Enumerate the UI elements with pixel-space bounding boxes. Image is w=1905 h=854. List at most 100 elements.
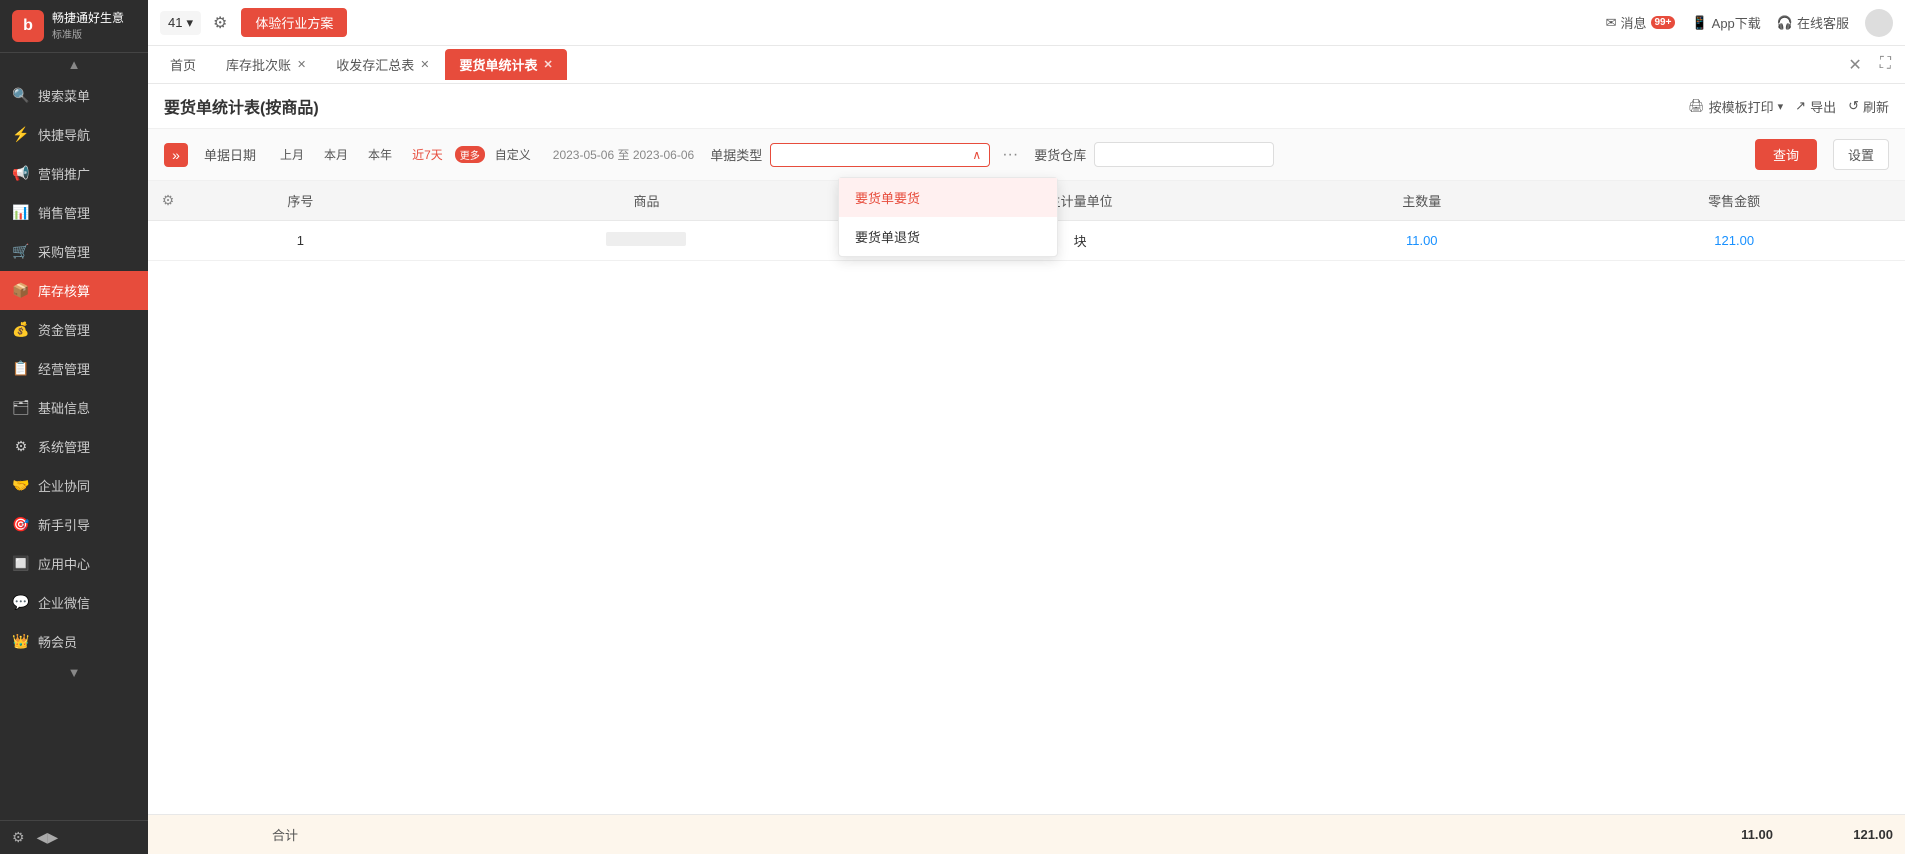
date-range: 2023-05-06 至 2023-06-06 bbox=[553, 146, 694, 163]
header: 41 ▾ ⚙ 体验行业方案 ✉ 消息 99+ 📱 App下载 🎧 在线客服 bbox=[148, 0, 1905, 46]
sidebar-label-basics: 基础信息 bbox=[38, 398, 90, 417]
export-button[interactable]: ↗ 导出 bbox=[1795, 97, 1836, 116]
cell-qty-0: 11.00 bbox=[1280, 221, 1563, 261]
sidebar-item-search[interactable]: 🔍搜索菜单 bbox=[0, 76, 148, 115]
sidebar: b 畅捷通好生意 标准版 ▲ 🔍搜索菜单⚡快捷导航📢营销推广📊销售管理🛒采购管理… bbox=[0, 0, 148, 854]
maximize-icon[interactable]: ⛶ bbox=[1874, 53, 1897, 77]
sidebar-scroll-up[interactable]: ▲ bbox=[0, 53, 148, 76]
tab-close-order_stat[interactable]: ✕ bbox=[544, 58, 553, 71]
date-options: 上月 本月 本年 近7天 更多 自定义 bbox=[272, 143, 537, 166]
table-wrap: ⚙ 序号 商品 主计量单位 主数量 零售金额 1 块 11.00 121.00 bbox=[148, 181, 1905, 814]
phone-icon: 📱 bbox=[1691, 15, 1707, 31]
tab-label-home: 首页 bbox=[170, 55, 196, 74]
type-label: 单据类型 bbox=[710, 145, 762, 164]
sidebar-item-wechat[interactable]: 💬企业微信 bbox=[0, 583, 148, 622]
page: 要货单统计表(按商品) 🖨 按模板打印 ▾ ↗ 导出 ↺ 刷新 bbox=[148, 84, 1905, 854]
sidebar-item-guide[interactable]: 🎯新手引导 bbox=[0, 505, 148, 544]
sidebar-item-purchase[interactable]: 🛒采购管理 bbox=[0, 232, 148, 271]
filter-bar: » 单据日期 上月 本月 本年 近7天 更多 自定义 2023-05-06 至 … bbox=[148, 129, 1905, 181]
tab-receive[interactable]: 收发存汇总表 ✕ bbox=[322, 49, 443, 80]
sidebar-scroll-down[interactable]: ▼ bbox=[0, 661, 148, 684]
main-area: 要货单统计表(按商品) 🖨 按模板打印 ▾ ↗ 导出 ↺ 刷新 bbox=[148, 84, 1905, 854]
settings-bottom-icon[interactable]: ⚙ bbox=[12, 829, 25, 846]
type-arrow-icon: ∧ bbox=[972, 148, 981, 162]
online-service-item[interactable]: 🎧 在线客服 bbox=[1777, 13, 1849, 32]
tabs-right: ✕ ⛶ bbox=[1842, 53, 1897, 77]
sidebar-item-member[interactable]: 👑畅会员 bbox=[0, 622, 148, 661]
sidebar-item-inventory[interactable]: 📦库存核算 bbox=[0, 271, 148, 310]
footer-total-label: 合计 bbox=[260, 825, 480, 844]
page-title-bar: 要货单统计表(按商品) 🖨 按模板打印 ▾ ↗ 导出 ↺ 刷新 bbox=[148, 84, 1905, 129]
purchase-icon: 🛒 bbox=[12, 243, 30, 260]
warehouse-label: 要货仓库 bbox=[1034, 145, 1086, 164]
sidebar-item-enterprise[interactable]: 🤝企业协同 bbox=[0, 466, 148, 505]
filter-type-section: 单据类型 ∧ ··· bbox=[710, 143, 1018, 167]
date-option-7days[interactable]: 近7天 bbox=[404, 143, 451, 166]
tab-home[interactable]: 首页 bbox=[156, 49, 210, 80]
print-button[interactable]: 🖨 按模板打印 ▾ bbox=[1688, 97, 1783, 116]
table-footer: 合计 11.00 121.00 bbox=[148, 814, 1905, 854]
col-settings-icon[interactable]: ⚙ bbox=[162, 192, 175, 208]
logo-icon: b bbox=[12, 10, 44, 42]
inventory-icon: 📦 bbox=[12, 282, 30, 299]
user-avatar[interactable] bbox=[1865, 9, 1893, 37]
date-option-this-month[interactable]: 本月 bbox=[316, 143, 356, 166]
export-icon: ↗ bbox=[1795, 98, 1806, 114]
warehouse-input[interactable] bbox=[1094, 142, 1274, 167]
date-more-badge[interactable]: 更多 bbox=[455, 146, 485, 163]
tab-label-order_stat: 要货单统计表 bbox=[459, 55, 537, 74]
tab-close-stock[interactable]: ✕ bbox=[297, 58, 306, 71]
sidebar-label-member: 畅会员 bbox=[38, 632, 77, 651]
store-selector[interactable]: 41 ▾ bbox=[160, 11, 201, 35]
cell-product-0 bbox=[413, 221, 880, 261]
sidebar-item-marketing[interactable]: 📢营销推广 bbox=[0, 154, 148, 193]
sidebar-item-system[interactable]: ⚙系统管理 bbox=[0, 427, 148, 466]
guide-icon: 🎯 bbox=[12, 516, 30, 533]
sidebar-item-operations[interactable]: 📋经营管理 bbox=[0, 349, 148, 388]
tab-stock[interactable]: 库存批次账✕ bbox=[212, 49, 320, 80]
quicknav-icon: ⚡ bbox=[12, 126, 30, 143]
tab-close-receive[interactable]: ✕ bbox=[420, 58, 429, 71]
sidebar-label-marketing: 营销推广 bbox=[38, 164, 90, 183]
header-right: ✉ 消息 99+ 📱 App下载 🎧 在线客服 bbox=[1606, 9, 1893, 37]
collapse-icon[interactable]: ◀▶ bbox=[37, 829, 59, 846]
type-selector[interactable]: ∧ bbox=[770, 143, 990, 167]
col-seq-header: 序号 bbox=[188, 181, 413, 221]
messages-item[interactable]: ✉ 消息 99+ bbox=[1606, 13, 1676, 32]
cell-seq-0: 1 bbox=[188, 221, 413, 261]
sidebar-item-basics[interactable]: 🗂基础信息 bbox=[0, 388, 148, 427]
settings-button[interactable]: 设置 bbox=[1833, 139, 1889, 170]
dropdown-item-order-goods[interactable]: 要货单要货 bbox=[839, 178, 1057, 217]
tab-label-receive: 收发存汇总表 bbox=[336, 55, 414, 74]
logo-text-block: 畅捷通好生意 标准版 bbox=[52, 11, 124, 42]
filter-expand-button[interactable]: » bbox=[164, 143, 188, 167]
sidebar-item-quicknav[interactable]: ⚡快捷导航 bbox=[0, 115, 148, 154]
header-gear-icon[interactable]: ⚙ bbox=[213, 13, 227, 33]
sidebar-item-finance[interactable]: 💰资金管理 bbox=[0, 310, 148, 349]
close-all-icon[interactable]: ✕ bbox=[1842, 53, 1867, 77]
cell-amount-0: 121.00 bbox=[1563, 221, 1905, 261]
tab-order_stat[interactable]: 要货单统计表 ✕ bbox=[445, 49, 566, 80]
type-dots-icon[interactable]: ··· bbox=[1002, 146, 1018, 164]
app-download-label: App下载 bbox=[1712, 13, 1761, 32]
page-title-actions: 🖨 按模板打印 ▾ ↗ 导出 ↺ 刷新 bbox=[1688, 97, 1889, 116]
date-option-this-year[interactable]: 本年 bbox=[360, 143, 400, 166]
date-custom[interactable]: 自定义 bbox=[489, 143, 537, 166]
sidebar-item-appstore[interactable]: 🔲应用中心 bbox=[0, 544, 148, 583]
col-settings-header: ⚙ bbox=[148, 181, 188, 221]
sidebar-label-system: 系统管理 bbox=[38, 437, 90, 456]
trial-button[interactable]: 体验行业方案 bbox=[241, 8, 347, 37]
date-label: 单据日期 bbox=[204, 145, 256, 164]
edition-label: 标准版 bbox=[52, 26, 124, 41]
store-chevron: ▾ bbox=[186, 15, 193, 31]
dropdown-item-order-return[interactable]: 要货单退货 bbox=[839, 217, 1057, 256]
sidebar-item-sales[interactable]: 📊销售管理 bbox=[0, 193, 148, 232]
cell-settings-0 bbox=[148, 221, 188, 261]
query-button[interactable]: 查询 bbox=[1755, 139, 1817, 170]
refresh-button[interactable]: ↺ 刷新 bbox=[1848, 97, 1889, 116]
sidebar-label-finance: 资金管理 bbox=[38, 320, 90, 339]
date-option-last-month[interactable]: 上月 bbox=[272, 143, 312, 166]
col-product-header: 商品 bbox=[413, 181, 880, 221]
app-download-item[interactable]: 📱 App下载 bbox=[1691, 13, 1760, 32]
message-icon: ✉ bbox=[1606, 15, 1617, 31]
